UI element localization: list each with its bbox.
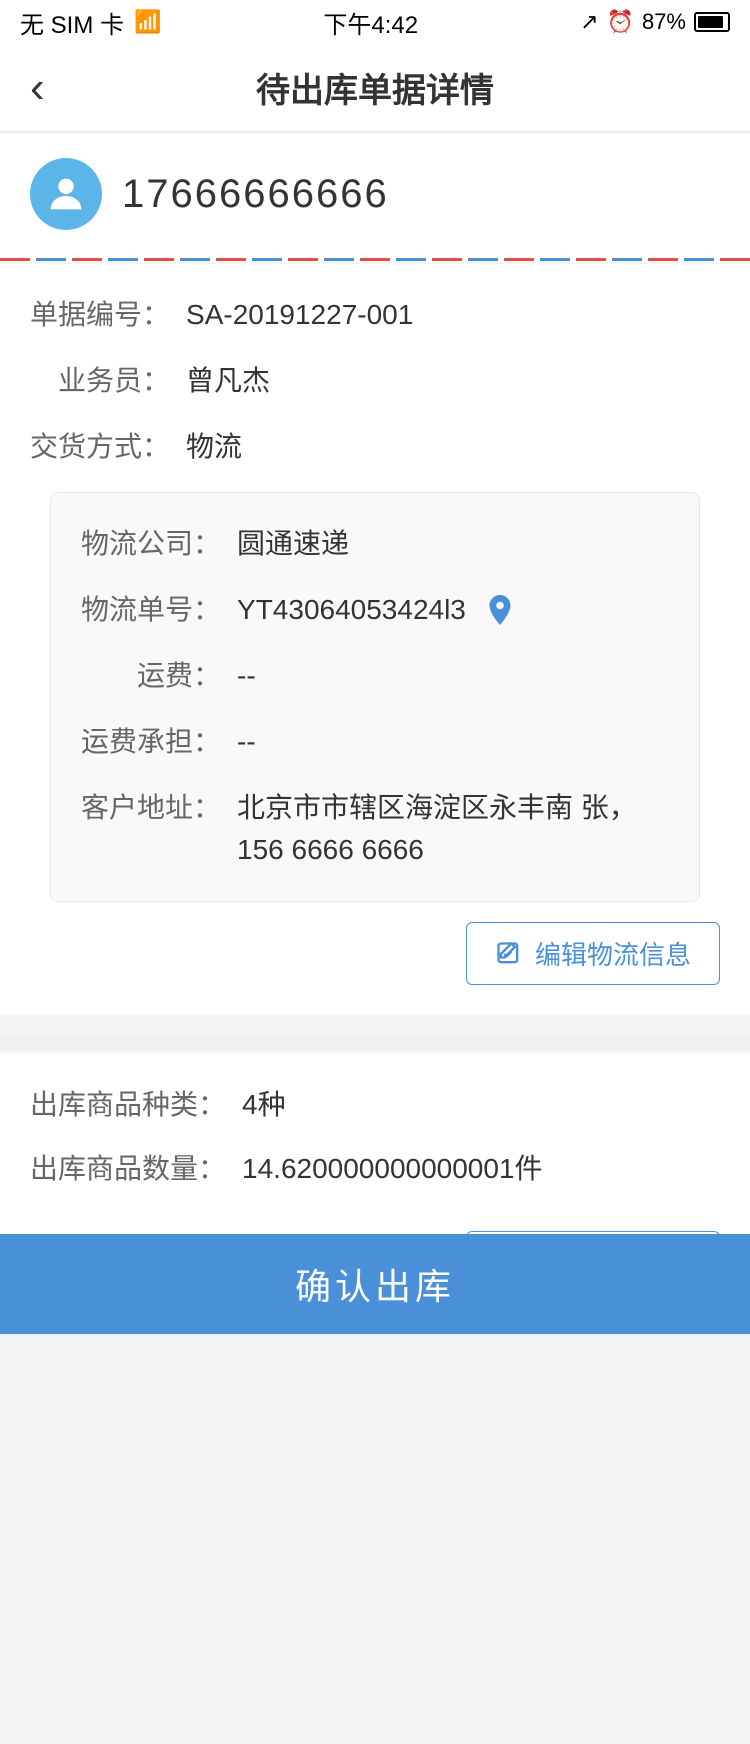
logistics-section: 物流公司： 圆通速递 物流单号： YT43064053424l3 运费： -- …	[50, 492, 700, 902]
logistics-tracking-value: YT43064053424l3	[237, 589, 669, 631]
location-status-icon: ↗	[580, 9, 598, 35]
edit-btn-row: 编辑物流信息	[30, 902, 720, 985]
address-label: 客户地址：	[81, 787, 221, 829]
avatar	[30, 158, 102, 230]
logistics-company-label: 物流公司：	[81, 523, 221, 565]
goods-types-value: 4种	[242, 1083, 286, 1123]
page-title: 待出库单据详情	[256, 63, 494, 112]
goods-quantity-row: 出库商品数量： 14.620000000000001件	[30, 1147, 720, 1187]
nav-bar: ‹ 待出库单据详情	[0, 44, 750, 132]
edit-logistics-button[interactable]: 编辑物流信息	[466, 922, 720, 985]
logistics-tracking-label: 物流单号：	[81, 589, 221, 631]
delivery-row: 交货方式： 物流	[30, 426, 720, 468]
doc-number-label: 单据编号：	[30, 294, 170, 336]
confirm-outbound-label: 确认出库	[295, 1258, 455, 1310]
edit-icon	[495, 940, 523, 968]
freight-value: --	[237, 655, 669, 697]
user-icon	[43, 171, 89, 217]
logistics-company-row: 物流公司： 圆通速递	[81, 523, 669, 565]
salesman-value: 曾凡杰	[186, 360, 720, 402]
salesman-label: 业务员：	[30, 360, 170, 402]
status-right: ↗ ⏰ 87%	[580, 9, 730, 35]
freight-bearer-row: 运费承担： --	[81, 721, 669, 763]
status-left: 无 SIM 卡 📶	[20, 5, 161, 40]
back-button[interactable]: ‹	[30, 66, 65, 110]
wifi-icon: 📶	[134, 9, 161, 35]
goods-quantity-label: 出库商品数量：	[30, 1147, 226, 1187]
battery-icon	[694, 12, 730, 32]
freight-row: 运费： --	[81, 655, 669, 697]
map-pin-icon[interactable]	[482, 592, 518, 628]
logistics-tracking-row: 物流单号： YT43064053424l3	[81, 589, 669, 631]
bottom-filler	[0, 1324, 750, 1624]
customer-phone: 17666666666	[122, 172, 389, 217]
delivery-value: 物流	[186, 426, 720, 468]
delivery-label: 交货方式：	[30, 426, 170, 468]
edit-logistics-label: 编辑物流信息	[535, 935, 691, 972]
confirm-outbound-button[interactable]: 确认出库	[0, 1234, 750, 1334]
carrier-text: 无 SIM 卡	[20, 5, 124, 40]
status-bar: 无 SIM 卡 📶 下午4:42 ↗ ⏰ 87%	[0, 0, 750, 44]
goods-types-row: 出库商品种类： 4种	[30, 1083, 720, 1123]
address-value: 北京市市辖区海淀区永丰南 张，156 6666 6666	[237, 787, 669, 871]
salesman-row: 业务员： 曾凡杰	[30, 360, 720, 402]
goods-types-label: 出库商品种类：	[30, 1083, 226, 1123]
document-info-section: 单据编号： SA-20191227-001 业务员： 曾凡杰 交货方式： 物流 …	[0, 264, 750, 1015]
doc-number-row: 单据编号： SA-20191227-001	[30, 294, 720, 336]
customer-header: 17666666666	[0, 134, 750, 254]
logistics-company-value: 圆通速递	[237, 523, 669, 565]
doc-number-value: SA-20191227-001	[186, 294, 720, 336]
freight-bearer-value: --	[237, 721, 669, 763]
battery-text: 87%	[642, 9, 686, 35]
goods-quantity-value: 14.620000000000001件	[242, 1147, 543, 1187]
dashed-divider	[0, 254, 750, 262]
alarm-icon: ⏰	[607, 9, 634, 35]
freight-bearer-label: 运费承担：	[81, 721, 221, 763]
address-row: 客户地址： 北京市市辖区海淀区永丰南 张，156 6666 6666	[81, 787, 669, 871]
status-time: 下午4:42	[323, 5, 418, 40]
section-separator	[0, 1035, 750, 1051]
freight-label: 运费：	[81, 655, 221, 697]
